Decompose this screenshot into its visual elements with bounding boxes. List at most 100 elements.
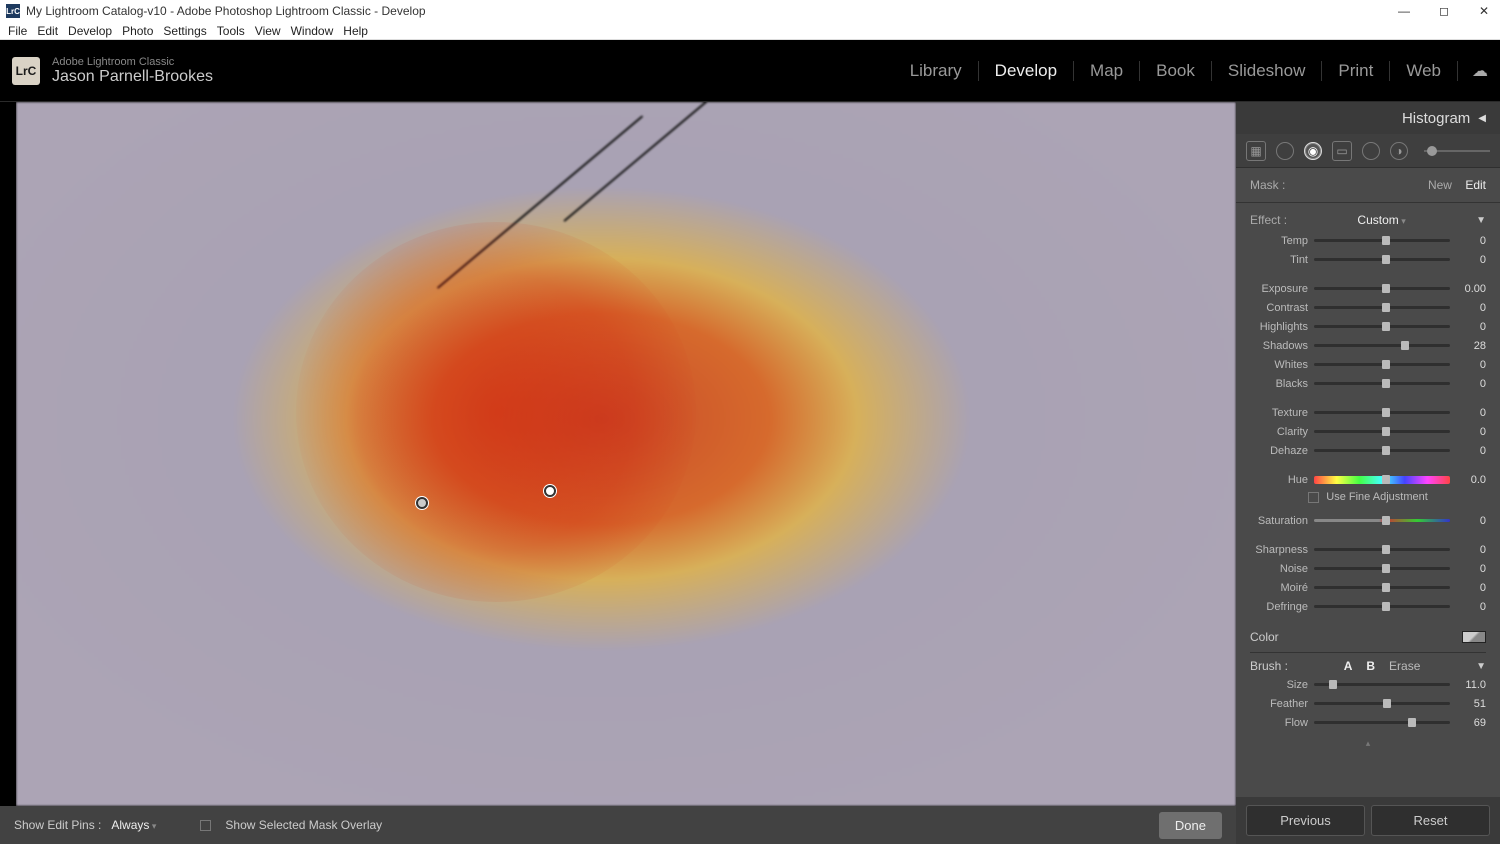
show-mask-overlay-checkbox[interactable] <box>200 820 211 831</box>
slider-exposure[interactable]: Exposure0.00 <box>1250 279 1486 298</box>
slider-tint-value[interactable]: 0 <box>1456 254 1486 266</box>
slider-dehaze-thumb[interactable] <box>1382 446 1390 455</box>
slider-highlights-value[interactable]: 0 <box>1456 321 1486 333</box>
module-book[interactable]: Book <box>1140 61 1212 81</box>
mask-new-button[interactable]: New <box>1428 178 1452 192</box>
edit-pins-mode-dropdown[interactable]: Always <box>111 818 156 832</box>
minimize-button[interactable]: — <box>1394 4 1414 18</box>
slider-contrast-thumb[interactable] <box>1382 303 1390 312</box>
slider-hue-value[interactable]: 0.0 <box>1456 474 1486 486</box>
slider-hue[interactable]: Hue0.0 <box>1250 470 1486 489</box>
slider-blacks-track[interactable] <box>1314 382 1450 385</box>
slider-flow-thumb[interactable] <box>1408 718 1416 727</box>
slider-noise[interactable]: Noise0 <box>1250 559 1486 578</box>
slider-defringe-value[interactable]: 0 <box>1456 601 1486 613</box>
slider-whites[interactable]: Whites0 <box>1250 355 1486 374</box>
module-map[interactable]: Map <box>1074 61 1140 81</box>
slider-contrast[interactable]: Contrast0 <box>1250 298 1486 317</box>
crop-tool-icon[interactable]: ▦ <box>1246 141 1266 161</box>
slider-tint-thumb[interactable] <box>1382 255 1390 264</box>
slider-flow-track[interactable] <box>1314 721 1450 724</box>
slider-defringe[interactable]: Defringe0 <box>1250 597 1486 616</box>
use-fine-adjustment-row[interactable]: Use Fine Adjustment <box>1250 489 1486 511</box>
tool-amount-slider[interactable] <box>1424 150 1490 152</box>
panel-resize-notch[interactable] <box>1236 738 1500 744</box>
slider-exposure-thumb[interactable] <box>1382 284 1390 293</box>
slider-sharpness-thumb[interactable] <box>1382 545 1390 554</box>
slider-flow[interactable]: Flow69 <box>1250 713 1486 732</box>
brush-erase-button[interactable]: Erase <box>1389 659 1420 673</box>
module-slideshow[interactable]: Slideshow <box>1212 61 1323 81</box>
slider-exposure-track[interactable] <box>1314 287 1450 290</box>
slider-sharpness-value[interactable]: 0 <box>1456 544 1486 556</box>
module-develop[interactable]: Develop <box>979 61 1074 81</box>
slider-sharpness[interactable]: Sharpness0 <box>1250 540 1486 559</box>
adjustment-brush-icon[interactable]: ◑ <box>1390 142 1408 160</box>
module-web[interactable]: Web <box>1390 61 1458 81</box>
redeye-tool-icon[interactable]: ◉ <box>1304 142 1322 160</box>
color-swatch[interactable] <box>1462 631 1486 643</box>
slider-dehaze[interactable]: Dehaze0 <box>1250 441 1486 460</box>
brush-disclosure-icon[interactable]: ▼ <box>1476 661 1486 672</box>
slider-whites-thumb[interactable] <box>1382 360 1390 369</box>
slider-blacks[interactable]: Blacks0 <box>1250 374 1486 393</box>
slider-feather[interactable]: Feather51 <box>1250 694 1486 713</box>
slider-noise-thumb[interactable] <box>1382 564 1390 573</box>
spot-removal-tool-icon[interactable] <box>1276 142 1294 160</box>
effect-dropdown[interactable]: Custom <box>1357 213 1405 227</box>
edit-pin-2[interactable] <box>544 485 556 497</box>
menu-edit[interactable]: Edit <box>33 24 62 38</box>
slider-hue-thumb[interactable] <box>1382 475 1390 484</box>
slider-saturation[interactable]: Saturation0 <box>1250 511 1486 530</box>
brush-b-button[interactable]: B <box>1366 659 1375 673</box>
maximize-button[interactable]: ◻ <box>1434 4 1454 18</box>
menu-photo[interactable]: Photo <box>118 24 157 38</box>
slider-texture-value[interactable]: 0 <box>1456 407 1486 419</box>
slider-exposure-value[interactable]: 0.00 <box>1456 283 1486 295</box>
slider-highlights[interactable]: Highlights0 <box>1250 317 1486 336</box>
close-button[interactable]: ✕ <box>1474 4 1494 18</box>
slider-feather-value[interactable]: 51 <box>1456 698 1486 710</box>
slider-noise-track[interactable] <box>1314 567 1450 570</box>
slider-saturation-track[interactable] <box>1314 519 1450 522</box>
slider-moire[interactable]: Moiré0 <box>1250 578 1486 597</box>
slider-size-track[interactable] <box>1314 683 1450 686</box>
slider-clarity-thumb[interactable] <box>1382 427 1390 436</box>
menu-window[interactable]: Window <box>287 24 338 38</box>
mask-edit-button[interactable]: Edit <box>1465 178 1486 192</box>
slider-dehaze-track[interactable] <box>1314 449 1450 452</box>
slider-shadows-track[interactable] <box>1314 344 1450 347</box>
slider-moire-track[interactable] <box>1314 586 1450 589</box>
slider-tint-track[interactable] <box>1314 258 1450 261</box>
slider-clarity-value[interactable]: 0 <box>1456 426 1486 438</box>
slider-texture[interactable]: Texture0 <box>1250 403 1486 422</box>
slider-whites-track[interactable] <box>1314 363 1450 366</box>
menu-view[interactable]: View <box>251 24 285 38</box>
slider-temp-value[interactable]: 0 <box>1456 235 1486 247</box>
slider-highlights-track[interactable] <box>1314 325 1450 328</box>
module-print[interactable]: Print <box>1322 61 1390 81</box>
menu-help[interactable]: Help <box>339 24 372 38</box>
graduated-filter-icon[interactable]: ▭ <box>1332 141 1352 161</box>
reset-button[interactable]: Reset <box>1371 805 1490 836</box>
slider-moire-value[interactable]: 0 <box>1456 582 1486 594</box>
histogram-header[interactable]: Histogram ◀ <box>1236 102 1500 134</box>
slider-hue-track[interactable] <box>1314 476 1450 484</box>
slider-clarity[interactable]: Clarity0 <box>1250 422 1486 441</box>
slider-temp[interactable]: Temp0 <box>1250 231 1486 250</box>
menu-settings[interactable]: Settings <box>159 24 210 38</box>
slider-flow-value[interactable]: 69 <box>1456 717 1486 729</box>
slider-size[interactable]: Size11.0 <box>1250 675 1486 694</box>
effect-disclosure-icon[interactable]: ▼ <box>1476 215 1486 226</box>
slider-saturation-value[interactable]: 0 <box>1456 515 1486 527</box>
radial-filter-icon[interactable] <box>1362 142 1380 160</box>
slider-blacks-thumb[interactable] <box>1382 379 1390 388</box>
slider-defringe-track[interactable] <box>1314 605 1450 608</box>
module-library[interactable]: Library <box>894 61 979 81</box>
slider-blacks-value[interactable]: 0 <box>1456 378 1486 390</box>
slider-contrast-value[interactable]: 0 <box>1456 302 1486 314</box>
slider-temp-thumb[interactable] <box>1382 236 1390 245</box>
slider-tint[interactable]: Tint0 <box>1250 250 1486 269</box>
slider-temp-track[interactable] <box>1314 239 1450 242</box>
slider-shadows[interactable]: Shadows28 <box>1250 336 1486 355</box>
